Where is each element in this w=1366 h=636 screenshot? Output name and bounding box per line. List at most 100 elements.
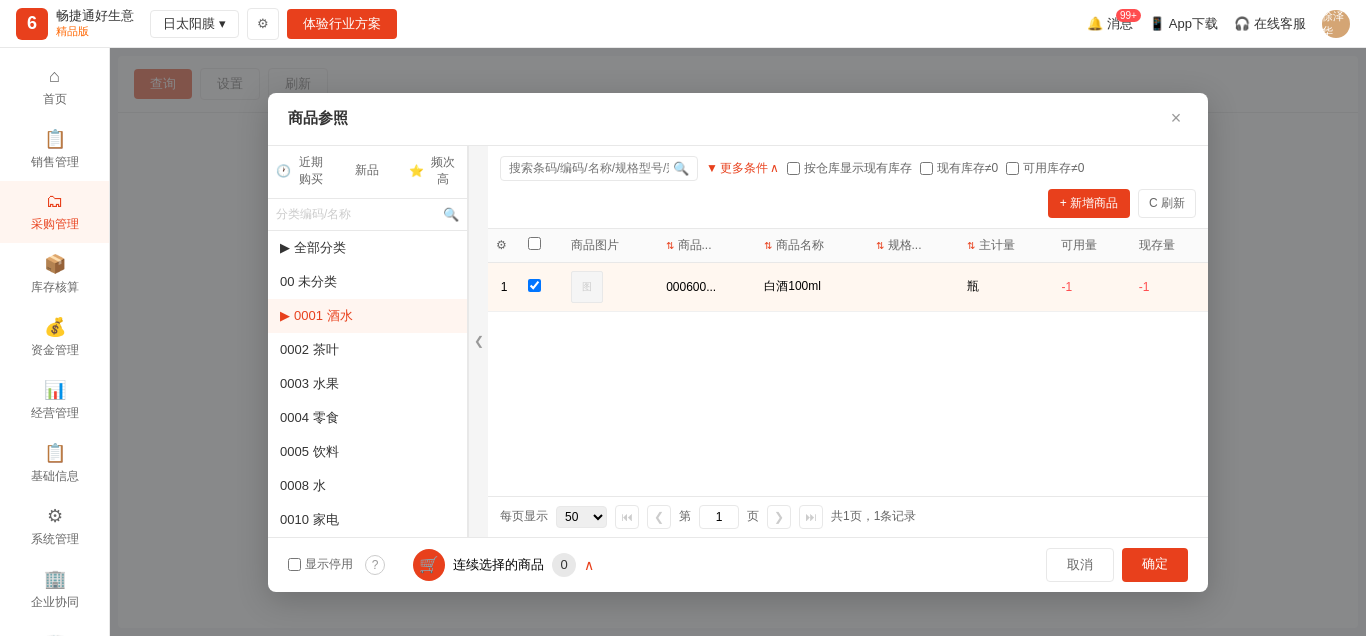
page-size-select[interactable]: 50 100 200 [556,506,607,528]
trial-button[interactable]: 体验行业方案 [287,9,397,39]
sidebar-item-label: 销售管理 [31,154,79,171]
col-header-available: 可用量 [1053,229,1130,263]
next-page-button[interactable]: ❯ [767,505,791,529]
sort-icon-unit: ⇅ [967,240,975,251]
col-header-unit[interactable]: ⇅ 主计量 [959,229,1053,263]
category-item-00[interactable]: 00 未分类 [268,265,467,299]
user-profile[interactable]: 徐泽华 [1322,10,1350,38]
category-item-0003[interactable]: 0003 水果 [268,367,467,401]
row-unit-cell: 瓶 [959,262,1053,311]
cart-collapse-icon[interactable]: ∧ [584,557,594,573]
row-code-cell: 000600... [658,262,756,311]
prev-page-button[interactable]: ❮ [647,505,671,529]
sidebar-item-purchase[interactable]: 🗂 采购管理 [0,181,109,243]
company-dropdown[interactable]: 日太阳膜 ▾ [150,10,239,38]
sidebar-item-guide[interactable]: 📖 新手引导 [0,621,109,636]
sidebar-item-sales[interactable]: 📋 销售管理 [0,118,109,181]
pagination-bar: 每页显示 50 100 200 ⏮ ❮ 第 页 ❯ [488,496,1208,537]
page-size-label: 每页显示 [500,508,548,525]
column-settings-icon: ⚙ [496,238,507,252]
app-download-link[interactable]: 📱 App下载 [1149,15,1218,33]
show-disabled-checkbox[interactable] [288,558,301,571]
product-search-input[interactable] [509,161,669,175]
first-page-button[interactable]: ⏮ [615,505,639,529]
modal-overlay: 商品参照 × 🕐 近期购买 新品 [110,48,1366,636]
home-icon: ⌂ [49,66,60,87]
avatar: 徐泽华 [1322,10,1350,38]
sidebar-item-label: 经营管理 [31,405,79,422]
cancel-button[interactable]: 取消 [1046,548,1114,582]
inventory-icon: 📦 [44,253,66,275]
notification-bell[interactable]: 🔔 消息 99+ [1087,15,1133,33]
page-number-input[interactable] [699,505,739,529]
category-item-0002[interactable]: 0002 茶叶 [268,333,467,367]
tab-frequent[interactable]: ⭐ 频次高 [401,146,467,198]
sidebar-item-enterprise[interactable]: 🏢 企业协同 [0,558,109,621]
category-item-0001[interactable]: ▶ 0001 酒水 [268,299,467,333]
nav-right-area: 🔔 消息 99+ 📱 App下载 🎧 在线客服 徐泽华 [1087,10,1350,38]
sidebar-item-capital[interactable]: 💰 资金管理 [0,306,109,369]
tab-recent-purchase[interactable]: 🕐 近期购买 [268,146,334,198]
product-table-wrap: ⚙ 商品图片 [488,229,1208,496]
customer-service-link[interactable]: 🎧 在线客服 [1234,15,1306,33]
confirm-button[interactable]: 确定 [1122,548,1188,582]
last-page-button[interactable]: ⏭ [799,505,823,529]
filter-icon: ▼ [706,161,718,175]
nonzero-stock-checkbox[interactable] [920,162,933,175]
expand-arrow: ▶ [280,240,290,255]
row-index: 1 [488,262,520,311]
main-content: 查询 设置 刷新 商品参照 × [110,48,1366,636]
sidebar-item-basic[interactable]: 📋 基础信息 [0,432,109,495]
modal-footer: 显示停用 ? 🛒 连续选择的商品 0 ∧ 取消 确定 [268,537,1208,592]
sidebar-item-home[interactable]: ⌂ 首页 [0,56,109,118]
enterprise-icon: 🏢 [44,568,66,590]
row-spec-cell [868,262,959,311]
filter-collapse-icon: ∧ [770,161,779,175]
col-header-name[interactable]: ⇅ 商品名称 [756,229,868,263]
category-item-0010[interactable]: 0010 家电 [268,503,467,537]
search-magnifier-icon: 🔍 [673,161,689,176]
col-header-code[interactable]: ⇅ 商品... [658,229,756,263]
nonzero-stock-checkbox-group: 现有库存≠0 [920,160,998,177]
table-row[interactable]: 1 图 000600... 白酒100ml [488,262,1208,311]
product-search-box: 🔍 [500,156,698,181]
row-stock-cell: -1 [1131,262,1208,311]
tab-new-product[interactable]: 新品 [334,146,400,198]
more-conditions-button[interactable]: ▼ 更多条件 ∧ [706,160,779,177]
refresh-button[interactable]: C 刷新 [1138,189,1196,218]
sidebar-item-system[interactable]: ⚙ 系统管理 [0,495,109,558]
warehouse-stock-checkbox[interactable] [787,162,800,175]
sidebar-item-operations[interactable]: 📊 经营管理 [0,369,109,432]
cart-label: 连续选择的商品 [453,556,544,574]
collapse-panel-button[interactable]: ❮ [468,146,488,537]
sidebar-item-label: 基础信息 [31,468,79,485]
operations-icon: 📊 [44,379,66,401]
add-product-button[interactable]: + 新增商品 [1048,189,1130,218]
category-tabs: 🕐 近期购买 新品 ⭐ 频次高 [268,146,467,199]
col-header-settings[interactable]: ⚙ [488,229,520,263]
clock-icon: 🕐 [276,164,291,178]
modal-close-button[interactable]: × [1164,107,1188,131]
col-header-spec[interactable]: ⇅ 规格... [868,229,959,263]
help-icon[interactable]: ? [365,555,385,575]
category-panel: 🕐 近期购买 新品 ⭐ 频次高 [268,146,468,537]
category-item-all[interactable]: ▶ 全部分类 [268,231,467,265]
select-all-checkbox[interactable] [528,237,541,250]
row-checkbox[interactable] [528,279,541,292]
available-nonzero-checkbox[interactable] [1006,162,1019,175]
category-item-0008[interactable]: 0008 水 [268,469,467,503]
category-item-0004[interactable]: 0004 零食 [268,401,467,435]
category-item-0005[interactable]: 0005 饮料 [268,435,467,469]
sort-icon-spec: ⇅ [876,240,884,251]
page-label: 第 [679,508,691,525]
chevron-down-icon: ▾ [219,16,226,31]
app-body: ⌂ 首页 📋 销售管理 🗂 采购管理 📦 库存核算 💰 资金管理 📊 经营管理 … [0,48,1366,636]
sidebar-item-inventory[interactable]: 📦 库存核算 [0,243,109,306]
category-search-input[interactable] [276,207,439,221]
settings-icon[interactable]: ⚙ [247,8,279,40]
cart-icon[interactable]: 🛒 [413,549,445,581]
purchase-icon: 🗂 [46,191,64,212]
notification-badge: 99+ [1116,9,1141,22]
product-toolbar: 🔍 ▼ 更多条件 ∧ 按仓库显示现有库存 [488,146,1208,229]
sidebar-item-label: 采购管理 [31,216,79,233]
